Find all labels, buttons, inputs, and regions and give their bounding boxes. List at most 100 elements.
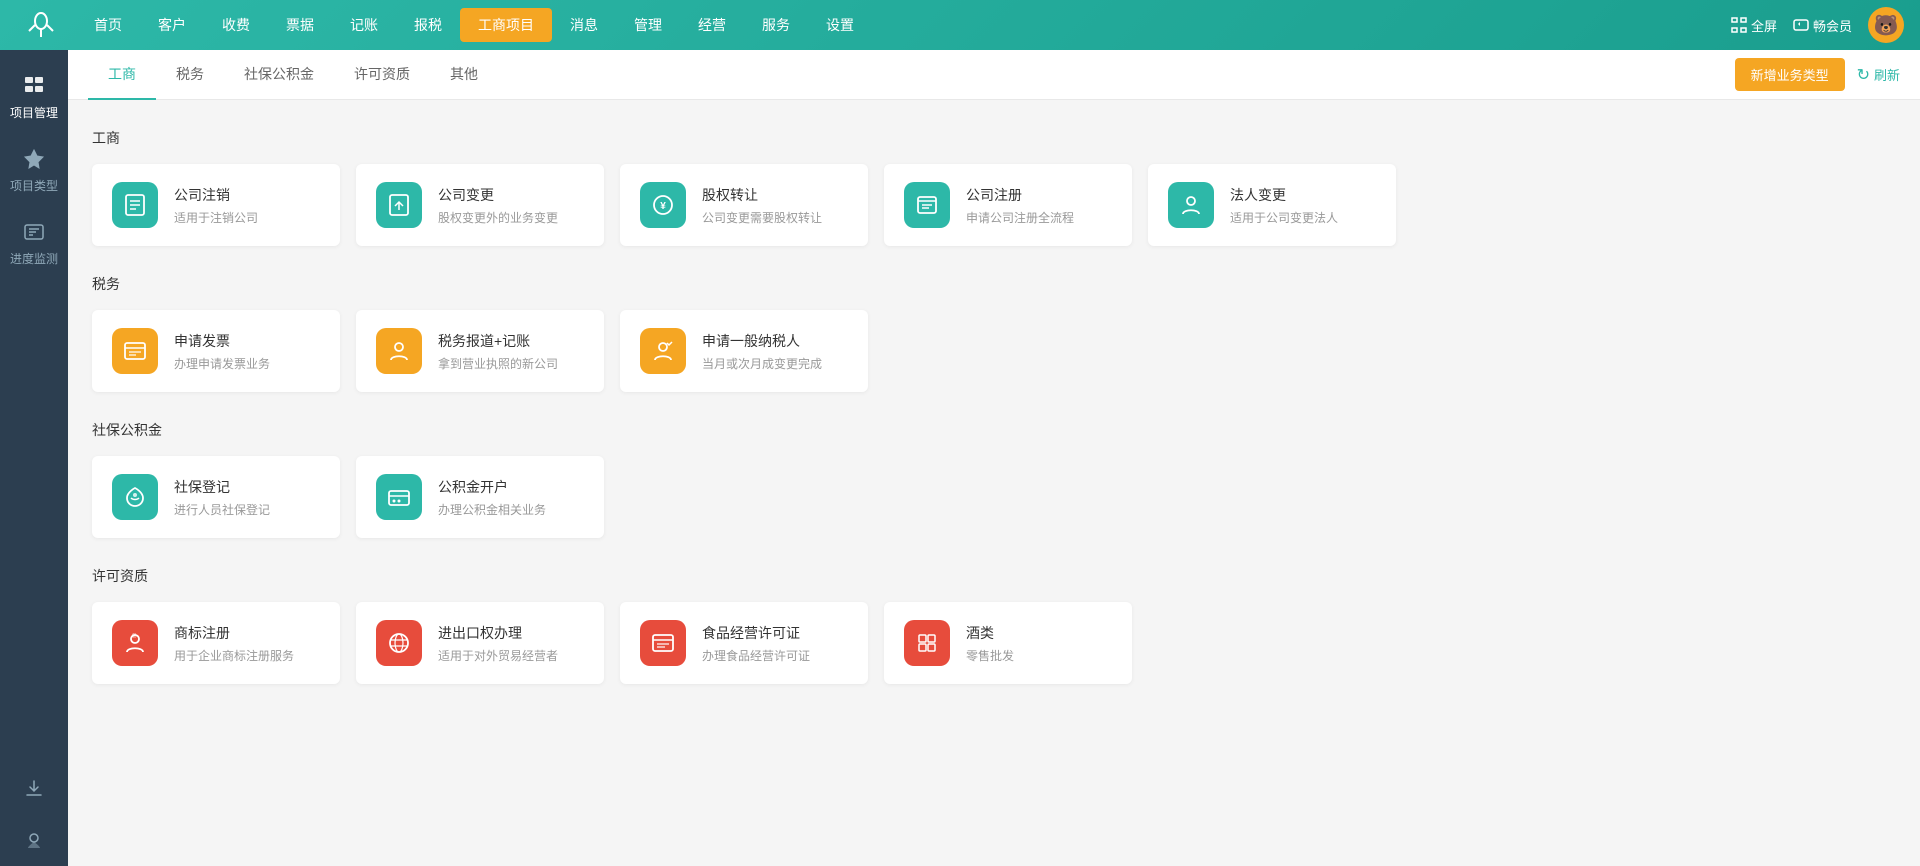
refresh-button[interactable]: ↻ 刷新	[1857, 65, 1900, 85]
food-license-desc: 办理食品经营许可证	[702, 647, 810, 664]
liquor-icon	[904, 620, 950, 666]
sidebar-item-label: 项目类型	[10, 177, 58, 194]
top-navbar: 首页 客户 收费 票据 记账 报税 工商项目 消息 管理 经营 服务 设置 全屏	[0, 0, 1920, 50]
add-business-type-button[interactable]: 新增业务类型	[1735, 58, 1845, 91]
food-license-title: 食品经营许可证	[702, 623, 810, 643]
section-title-license: 许可资质	[92, 566, 1896, 586]
nav-message[interactable]: 消息	[552, 0, 616, 50]
card-company-register[interactable]: 公司注册 申请公司注册全流程	[884, 164, 1132, 246]
card-food-license[interactable]: 食品经营许可证 办理食品经营许可证	[620, 602, 868, 684]
cards-grid-tax: 申请发票 办理申请发票业务 税务报道+记账 拿到营业执照的新公司	[92, 310, 1896, 392]
nav-service[interactable]: 服务	[744, 0, 808, 50]
nav-fee[interactable]: 收费	[204, 0, 268, 50]
import-export-title: 进出口权办理	[438, 623, 558, 643]
fullscreen-button[interactable]: 全屏	[1731, 16, 1777, 35]
legal-change-text: 法人变更 适用于公司变更法人	[1230, 185, 1338, 226]
apply-invoice-icon	[112, 328, 158, 374]
card-provident-fund[interactable]: 公积金开户 办理公积金相关业务	[356, 456, 604, 538]
project-management-icon	[20, 72, 48, 100]
equity-transfer-text: 股权转让 公司变更需要股权转让	[702, 185, 822, 226]
liquor-text: 酒类 零售批发	[966, 623, 1014, 664]
card-apply-invoice[interactable]: 申请发票 办理申请发票业务	[92, 310, 340, 392]
tab-business[interactable]: 工商	[88, 50, 156, 100]
sidebar-item-progress[interactable]: 进度监测	[0, 206, 68, 279]
social-insurance-title: 社保登记	[174, 477, 270, 497]
sidebar-bottom	[0, 762, 68, 866]
card-general-taxpayer[interactable]: 申请一般纳税人 当月或次月成变更完成	[620, 310, 868, 392]
vip-label: 畅会员	[1813, 16, 1852, 35]
tax-report-icon	[376, 328, 422, 374]
company-cancel-title: 公司注销	[174, 185, 258, 205]
nav-manage[interactable]: 管理	[616, 0, 680, 50]
nav-accounting[interactable]: 记账	[332, 0, 396, 50]
legal-change-title: 法人变更	[1230, 185, 1338, 205]
card-import-export[interactable]: 进出口权办理 适用于对外贸易经营者	[356, 602, 604, 684]
scroll-content[interactable]: 工商 公司注销 适用于注销公司	[68, 100, 1920, 866]
nav-home[interactable]: 首页	[76, 0, 140, 50]
import-export-icon	[376, 620, 422, 666]
company-register-icon	[904, 182, 950, 228]
tab-tax[interactable]: 税务	[156, 50, 224, 100]
nav-operation[interactable]: 经营	[680, 0, 744, 50]
general-taxpayer-icon	[640, 328, 686, 374]
company-register-text: 公司注册 申请公司注册全流程	[966, 185, 1074, 226]
nav-business[interactable]: 工商项目	[460, 8, 552, 42]
sidebar-item-label: 进度监测	[10, 250, 58, 267]
company-register-desc: 申请公司注册全流程	[966, 209, 1074, 226]
card-company-change[interactable]: 公司变更 股权变更外的业务变更	[356, 164, 604, 246]
provident-fund-desc: 办理公积金相关业务	[438, 501, 546, 518]
trademark-title: 商标注册	[174, 623, 294, 643]
social-insurance-desc: 进行人员社保登记	[174, 501, 270, 518]
tax-report-title: 税务报道+记账	[438, 331, 558, 351]
refresh-label: 刷新	[1874, 65, 1900, 84]
download-icon	[20, 774, 48, 802]
section-title-social: 社保公积金	[92, 420, 1896, 440]
equity-transfer-title: 股权转让	[702, 185, 822, 205]
provident-fund-icon	[376, 474, 422, 520]
trademark-desc: 用于企业商标注册服务	[174, 647, 294, 664]
card-legal-change[interactable]: 法人变更 适用于公司变更法人	[1148, 164, 1396, 246]
card-social-insurance[interactable]: 社保登记 进行人员社保登记	[92, 456, 340, 538]
card-tax-report[interactable]: 税务报道+记账 拿到营业执照的新公司	[356, 310, 604, 392]
apply-invoice-text: 申请发票 办理申请发票业务	[174, 331, 270, 372]
company-register-title: 公司注册	[966, 185, 1074, 205]
liquor-title: 酒类	[966, 623, 1014, 643]
company-change-text: 公司变更 股权变更外的业务变更	[438, 185, 558, 226]
sidebar-item-project-management[interactable]: 项目管理	[0, 60, 68, 133]
company-cancel-text: 公司注销 适用于注销公司	[174, 185, 258, 226]
svg-text:¥: ¥	[660, 201, 666, 212]
social-insurance-icon	[112, 474, 158, 520]
top-right-tools: 全屏 畅会员 🐻	[1731, 7, 1904, 43]
card-company-cancel[interactable]: 公司注销 适用于注销公司	[92, 164, 340, 246]
content-area: 工商 税务 社保公积金 许可资质 其他 新增业务类型 ↻ 刷新 工商	[68, 50, 1920, 866]
svg-text:®: ®	[132, 633, 137, 640]
nav-client[interactable]: 客户	[140, 0, 204, 50]
trademark-text: 商标注册 用于企业商标注册服务	[174, 623, 294, 664]
card-trademark[interactable]: ® 商标注册 用于企业商标注册服务	[92, 602, 340, 684]
sidebar-download[interactable]	[0, 762, 68, 814]
tab-social-fund[interactable]: 社保公积金	[224, 50, 334, 100]
tab-license[interactable]: 许可资质	[334, 50, 430, 100]
vip-button[interactable]: 畅会员	[1793, 16, 1852, 35]
nav-items-container: 首页 客户 收费 票据 记账 报税 工商项目 消息 管理 经营 服务 设置	[76, 0, 1731, 50]
tax-report-desc: 拿到营业执照的新公司	[438, 355, 558, 372]
project-type-icon	[20, 145, 48, 173]
tab-other[interactable]: 其他	[430, 50, 498, 100]
card-equity-transfer[interactable]: ¥ 股权转让 公司变更需要股权转让	[620, 164, 868, 246]
app-logo	[16, 0, 66, 50]
company-cancel-desc: 适用于注销公司	[174, 209, 258, 226]
company-cancel-icon	[112, 182, 158, 228]
company-change-desc: 股权变更外的业务变更	[438, 209, 558, 226]
legal-change-desc: 适用于公司变更法人	[1230, 209, 1338, 226]
cards-grid-social: 社保登记 进行人员社保登记 公积金开户	[92, 456, 1896, 538]
nav-invoice[interactable]: 票据	[268, 0, 332, 50]
card-liquor[interactable]: 酒类 零售批发	[884, 602, 1132, 684]
nav-settings[interactable]: 设置	[808, 0, 872, 50]
sidebar-item-project-type[interactable]: 项目类型	[0, 133, 68, 206]
tax-report-text: 税务报道+记账 拿到营业执照的新公司	[438, 331, 558, 372]
general-taxpayer-desc: 当月或次月成变更完成	[702, 355, 822, 372]
nav-tax[interactable]: 报税	[396, 0, 460, 50]
sidebar-location[interactable]	[0, 814, 68, 866]
user-avatar[interactable]: 🐻	[1868, 7, 1904, 43]
general-taxpayer-text: 申请一般纳税人 当月或次月成变更完成	[702, 331, 822, 372]
